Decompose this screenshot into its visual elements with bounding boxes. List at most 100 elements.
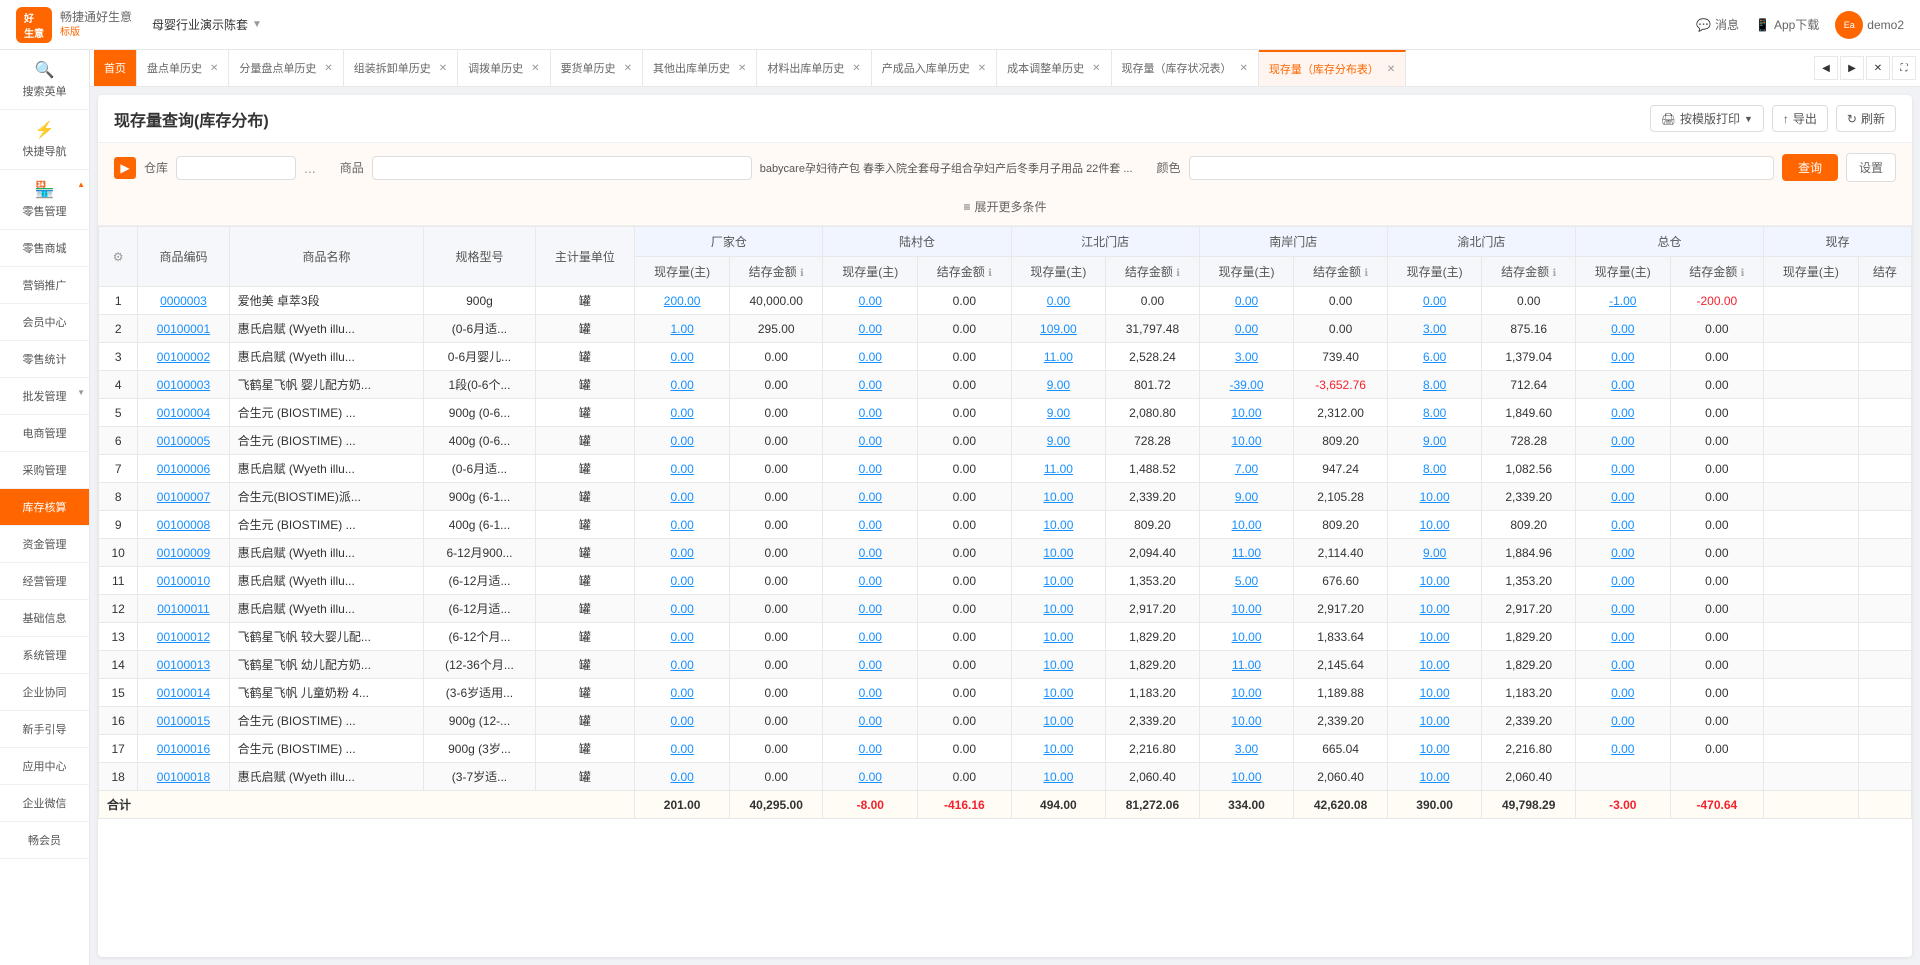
org-selector[interactable]: 母婴行业演示陈套 ▼: [152, 16, 262, 33]
export-btn[interactable]: ↑ 导出: [1772, 105, 1828, 132]
th-x-amount: 结存: [1858, 257, 1911, 287]
user-profile[interactable]: Ea demo2: [1835, 11, 1904, 39]
sidebar-item-ecommerce[interactable]: 电商管理: [0, 415, 89, 452]
tab-stock-status[interactable]: 现存量（库存状况表） ✕: [1112, 50, 1259, 86]
tab-next-btn[interactable]: ▶: [1840, 56, 1864, 80]
sidebar-item-finance[interactable]: 资金管理: [0, 526, 89, 563]
tab-assembly[interactable]: 组装拆卸单历史 ✕: [344, 50, 458, 86]
table-row: 6 00100005 合生元 (BIOSTIME) ... 400g (0-6.…: [99, 427, 1912, 455]
sidebar-item-retail[interactable]: 🏪 零售管理 ▲: [0, 170, 89, 230]
tab-fullscreen-btn[interactable]: ⛶: [1892, 56, 1916, 80]
tab-material-out[interactable]: 材料出库单历史 ✕: [757, 50, 871, 86]
th-code: 商品编码: [138, 227, 229, 287]
sidebar-item-inventory[interactable]: 库存核算: [0, 489, 89, 526]
sidebar-item-enterprise[interactable]: 企业协同: [0, 674, 89, 711]
page-title: 现存量查询(库存分布): [114, 107, 269, 131]
sidebar-item-wxwork[interactable]: 企业微信: [0, 785, 89, 822]
expand-filter-btn[interactable]: ≡ 展开更多条件: [963, 198, 1046, 215]
search-btn[interactable]: 查询: [1782, 154, 1838, 181]
message-icon: 💬: [1696, 18, 1711, 32]
search-icon: 🔍: [35, 60, 55, 80]
info-icon[interactable]: ℹ: [1552, 268, 1556, 279]
sidebar-item-wholesale[interactable]: 批发管理 ▼: [0, 378, 89, 415]
info-icon[interactable]: ℹ: [1364, 268, 1368, 279]
tab-outstock-history[interactable]: 其他出库单历史 ✕: [643, 50, 757, 86]
page-header-actions: 🖨 按模版打印 ▼ ↑ 导出 ↻ 刷新: [1650, 105, 1896, 132]
sidebar-item-marketing[interactable]: 营销推广: [0, 267, 89, 304]
sidebar-item-retail-stat[interactable]: 零售统计: [0, 341, 89, 378]
sidebar-item-member[interactable]: 会员中心: [0, 304, 89, 341]
th-yb-stock: 现存量(主): [1387, 257, 1482, 287]
tab-stock-distribution[interactable]: 现存量（库存分布表） ✕: [1259, 50, 1406, 86]
th-extra-group: 现存: [1764, 227, 1912, 257]
info-icon[interactable]: ℹ: [1176, 268, 1180, 279]
tab-stocktake-history[interactable]: 盘点单历史 ✕: [137, 50, 229, 86]
warehouse-input[interactable]: [176, 156, 296, 180]
tab-close-icon[interactable]: ✕: [1092, 63, 1100, 74]
info-icon[interactable]: ℹ: [1741, 268, 1745, 279]
tab-prev-btn[interactable]: ◀: [1814, 56, 1838, 80]
info-icon[interactable]: ℹ: [800, 268, 804, 279]
logo-text: 畅捷通好生意 标版: [60, 10, 132, 39]
message-btn[interactable]: 💬 消息: [1696, 16, 1739, 33]
th-gear[interactable]: ⚙: [99, 227, 138, 287]
sidebar-item-search[interactable]: 🔍 搜索英单: [0, 50, 89, 110]
tab-close-icon[interactable]: ✕: [324, 63, 332, 74]
export-icon: ↑: [1783, 112, 1789, 126]
tab-close-icon[interactable]: ✕: [531, 63, 539, 74]
color-input[interactable]: [1189, 156, 1774, 180]
product-input[interactable]: [372, 156, 752, 180]
tab-bar: 首页 盘点单历史 ✕ 分量盘点单历史 ✕ 组装拆卸单历史 ✕ 调拨单历史 ✕ 要…: [90, 50, 1920, 87]
tab-order-history[interactable]: 要货单历史 ✕: [551, 50, 643, 86]
th-unit: 主计量单位: [535, 227, 635, 287]
sidebar-item-guide[interactable]: 新手引导: [0, 711, 89, 748]
tab-close-icon[interactable]: ✕: [978, 63, 986, 74]
sidebar-item-system[interactable]: 系统管理: [0, 637, 89, 674]
sidebar-item-appstore[interactable]: 应用中心: [0, 748, 89, 785]
download-icon: 📱: [1755, 18, 1770, 32]
sidebar-item-quick[interactable]: ⚡ 快捷导航: [0, 110, 89, 170]
print-btn[interactable]: 🖨 按模版打印 ▼: [1650, 105, 1764, 132]
tab-home[interactable]: 首页: [94, 50, 137, 86]
tab-close-icon[interactable]: ✕: [439, 63, 447, 74]
content-area: 首页 盘点单历史 ✕ 分量盘点单历史 ✕ 组装拆卸单历史 ✕ 调拨单历史 ✕ 要…: [90, 50, 1920, 965]
tab-close-icon[interactable]: ✕: [738, 63, 746, 74]
refresh-icon: ↻: [1847, 112, 1857, 126]
tab-close-icon[interactable]: ✕: [1240, 63, 1248, 74]
tab-close-icon[interactable]: ✕: [624, 63, 632, 74]
sidebar-item-purchase[interactable]: 采购管理: [0, 452, 89, 489]
filter-toggle-btn[interactable]: ▶: [114, 157, 136, 179]
avatar: Ea: [1835, 11, 1863, 39]
sidebar-item-operation[interactable]: 经营管理: [0, 563, 89, 600]
sidebar-item-vip[interactable]: 畅会员: [0, 822, 89, 859]
table-row: 3 00100002 惠氏启赋 (Wyeth illu... 0-6月婴儿...…: [99, 343, 1912, 371]
table-row: 1 0000003 爱他美 卓萃3段 900g 罐 200.00 40,000.…: [99, 287, 1912, 315]
info-icon[interactable]: ℹ: [988, 268, 992, 279]
warehouse-picker-btn[interactable]: ...: [304, 160, 316, 176]
table-row: 9 00100008 合生元 (BIOSTIME) ... 400g (6-1.…: [99, 511, 1912, 539]
table-container[interactable]: ⚙ 商品编码 商品名称 规格型号 主计量单位 厂家仓 陆村仓 江北门店 南岸门店…: [98, 226, 1912, 957]
tab-more-btn[interactable]: ✕: [1866, 56, 1890, 80]
table-row: 15 00100014 飞鹤星飞帆 儿童奶粉 4... (3-6岁适用... 罐…: [99, 679, 1912, 707]
app-download-btn[interactable]: 📱 App下载: [1755, 16, 1819, 33]
th-t-stock: 现存量(主): [1575, 257, 1670, 287]
setting-btn[interactable]: 设置: [1846, 153, 1896, 182]
sidebar-item-basic[interactable]: 基础信息: [0, 600, 89, 637]
tab-finished-in[interactable]: 产成品入库单历史 ✕: [872, 50, 997, 86]
tab-close-icon[interactable]: ✕: [1387, 64, 1395, 75]
tab-transfer[interactable]: 调拨单历史 ✕: [458, 50, 550, 86]
tab-cost-adjust[interactable]: 成本调整单历史 ✕: [997, 50, 1111, 86]
page-content: 现存量查询(库存分布) 🖨 按模版打印 ▼ ↑ 导出 ↻ 刷新: [98, 95, 1912, 957]
sidebar: 🔍 搜索英单 ⚡ 快捷导航 🏪 零售管理 ▲ 零售商城 营销推广 会员中心 零售…: [0, 50, 90, 965]
gear-icon: ⚙: [113, 250, 124, 264]
tab-close-icon[interactable]: ✕: [852, 63, 860, 74]
tab-close-icon[interactable]: ✕: [210, 63, 218, 74]
th-t-amount: 结存金额 ℹ: [1670, 257, 1764, 287]
sidebar-item-retail-shop[interactable]: 零售商城: [0, 230, 89, 267]
tab-navigation: ◀ ▶ ✕ ⛶: [1814, 56, 1916, 80]
data-table: ⚙ 商品编码 商品名称 规格型号 主计量单位 厂家仓 陆村仓 江北门店 南岸门店…: [98, 226, 1912, 819]
th-f-stock: 现存量(主): [635, 257, 730, 287]
tab-partial-stocktake[interactable]: 分量盘点单历史 ✕: [229, 50, 343, 86]
refresh-btn[interactable]: ↻ 刷新: [1836, 105, 1896, 132]
filter-area: ▶ 仓库 ... 商品 babycare孕妇待产包 春季入院全套母子组合孕妇产后…: [98, 143, 1912, 226]
